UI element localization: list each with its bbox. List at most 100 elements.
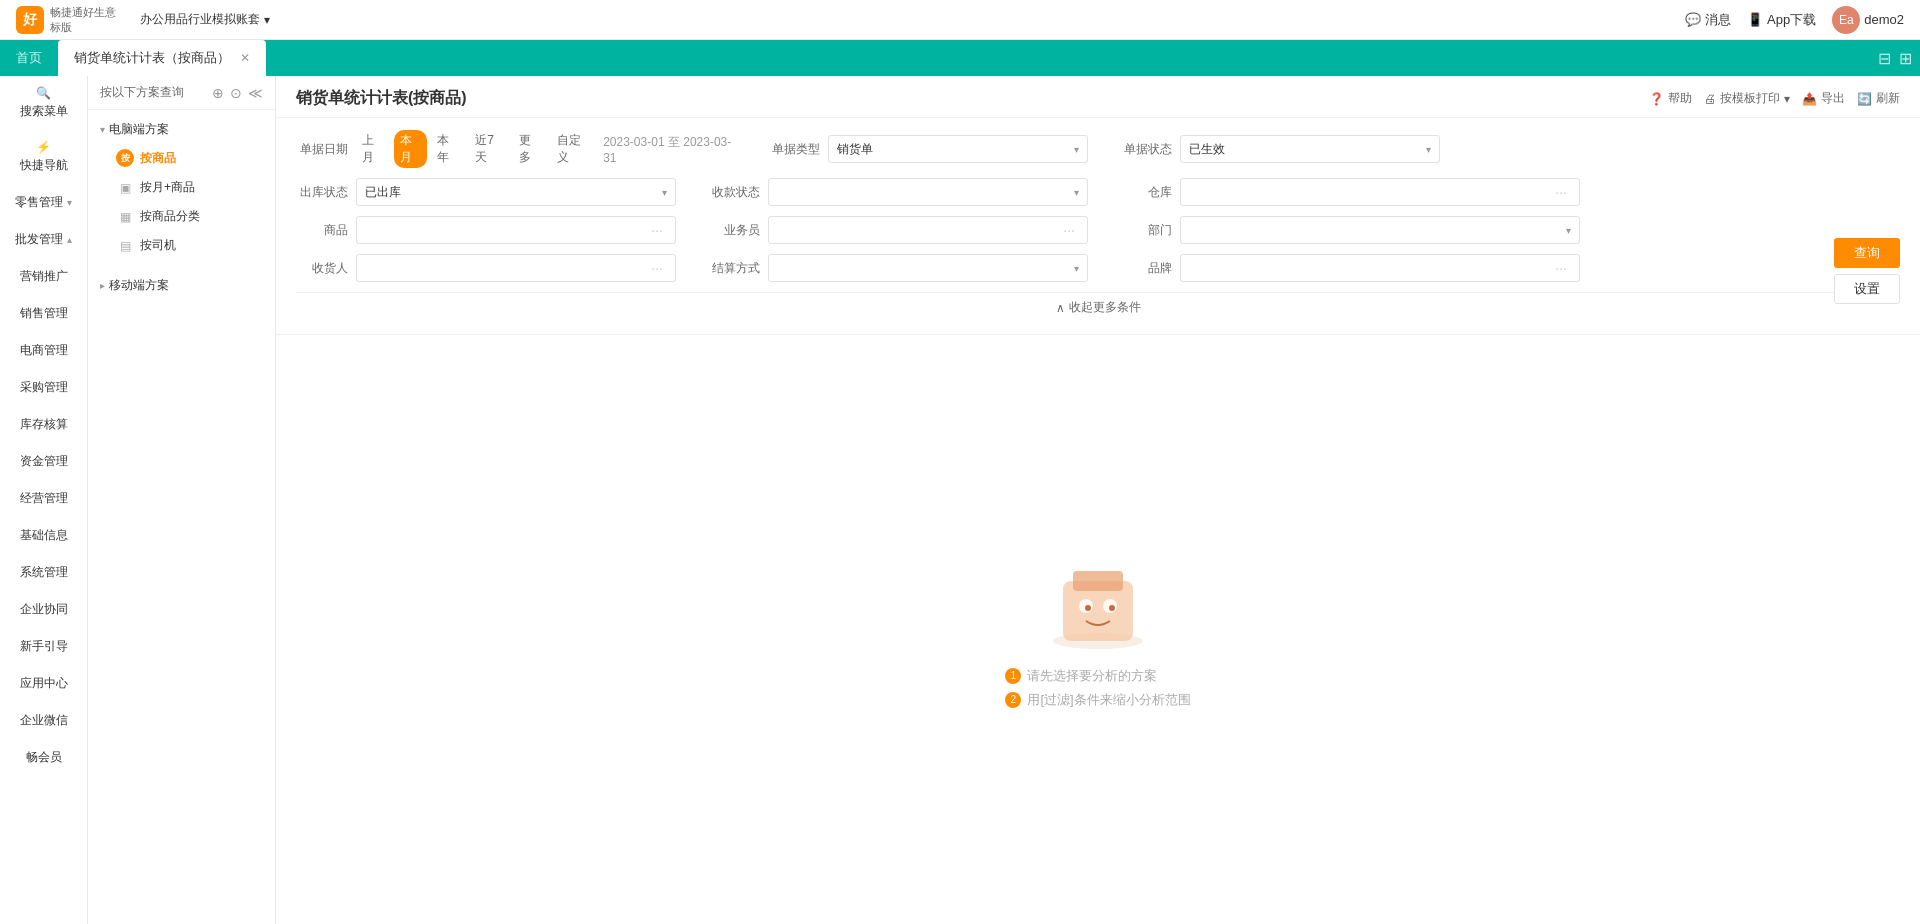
add-icon[interactable]: ⊕ [212,85,224,101]
filter-outstatus-select[interactable]: 已出库 ▾ [356,178,676,206]
more-icon4[interactable]: ··· [647,260,667,276]
message-action[interactable]: 💬 消息 [1685,11,1731,29]
label-outstatus: 出库状态 [296,184,356,201]
sidebar-quick-nav[interactable]: ⚡ 快捷导航 [0,130,87,184]
page-header: 销货单统计计表(按商品) ❓ 帮助 🖨 按模板打印 ▾ 📤 导出 🔄 刷新 [276,76,1920,118]
goods-input-field[interactable] [365,223,643,237]
tip-num-1: 1 [1005,668,1021,684]
svg-point-6 [1109,605,1115,611]
empty-svg [1038,551,1158,651]
date-tab-more[interactable]: 更多 [513,130,547,168]
date-tab-year[interactable]: 本年 [431,130,465,168]
collapse-icon[interactable]: ≪ [248,85,263,101]
tab-close-icon[interactable]: ✕ [240,51,250,65]
app-download-action[interactable]: 📱 App下载 [1747,11,1816,29]
tab-maximize-icon[interactable]: ⊞ [1899,49,1912,68]
print-icon: 🖨 [1704,92,1716,106]
date-tab-custom[interactable]: 自定义 [551,130,596,168]
sidebar-item-ecommerce[interactable]: 电商管理 [0,332,87,369]
date-tab-cur[interactable]: 本月 [394,130,428,168]
help-action[interactable]: ❓ 帮助 [1649,90,1692,107]
tree-group-pc[interactable]: ▾ 电脑端方案 [88,116,275,143]
more-icon3[interactable]: ··· [1059,222,1079,238]
warehouse-input-field[interactable] [1189,185,1547,199]
filter-type-select[interactable]: 销货单 ▾ [828,135,1088,163]
empty-tip-1: 1 请先选择要分析的方案 [1005,667,1157,685]
more-icon5[interactable]: ··· [1551,260,1571,276]
tab-minimize-icon[interactable]: ⊟ [1878,49,1891,68]
sidebar-item-member[interactable]: 畅会员 [0,739,87,776]
sidebar-item-appcenter[interactable]: 应用中心 [0,665,87,702]
more-icon[interactable]: ··· [1551,184,1571,200]
tree-item-by-goods-cat[interactable]: ▦ 按商品分类 [88,202,275,231]
chevron-right-icon: ▴ [67,234,72,245]
filter-brand-input[interactable]: ··· [1180,254,1580,282]
tree-group-mobile[interactable]: ▸ 移动端方案 [88,272,275,299]
sidebar-item-marketing[interactable]: 营销推广 [0,258,87,295]
tree-item-by-goods[interactable]: 按 按商品 [88,143,275,173]
sidebar-item-finance[interactable]: 资金管理 [0,443,87,480]
print-action[interactable]: 🖨 按模板打印 ▾ [1704,90,1790,107]
search-icon: 🔍 [36,86,51,100]
collapse-bar[interactable]: ∧ 收起更多条件 [296,292,1900,322]
brand-input-field[interactable] [1189,261,1547,275]
sidebar-search[interactable]: 🔍 搜索菜单 [0,76,87,130]
sidebar-item-newbie[interactable]: 新手引导 [0,628,87,665]
svg-point-5 [1085,605,1091,611]
date-tab-prev[interactable]: 上月 [356,130,390,168]
user-menu[interactable]: Ea demo2 [1832,6,1904,34]
chevron-down-icon5: ▾ [1566,225,1571,236]
sidebar-item-purchase[interactable]: 采购管理 [0,369,87,406]
chevron-down-icon4: ▾ [1074,187,1079,198]
filter-row-1: 单据日期 上月 本月 本年 近7天 更多 自定义 2023-03-01 至 20… [296,130,1900,168]
filter-goods-input[interactable]: ··· [356,216,676,244]
filter-type-value: 销货单 [837,141,873,158]
empty-tip-2: 2 用[过滤]条件来缩小分析范围 [1005,691,1190,709]
query-button[interactable]: 查询 [1834,238,1900,268]
filter-payment-select[interactable]: ▾ [768,178,1088,206]
setting-button[interactable]: 设置 [1834,274,1900,304]
sidebar-item-stock[interactable]: 库存核算 [0,406,87,443]
date-filter: 上月 本月 本年 近7天 更多 自定义 2023-03-01 至 2023-03… [356,130,736,168]
company-select[interactable]: 办公用品行业模拟账套 ▾ [140,11,270,28]
tree-item-by-cashier[interactable]: ▤ 按司机 [88,231,275,260]
refresh-action[interactable]: 🔄 刷新 [1857,90,1900,107]
empty-state: 1 请先选择要分析的方案 2 用[过滤]条件来缩小分析范围 [276,335,1920,924]
tree-section-mobile: ▸ 移动端方案 [88,266,275,305]
settings-icon[interactable]: ⊙ [230,85,242,101]
tab-home[interactable]: 首页 [0,40,58,76]
sidebar-item-retail[interactable]: 零售管理 ▾ [0,184,87,221]
app-icon: 📱 [1747,12,1763,27]
sidebar-item-sales[interactable]: 销售管理 [0,295,87,332]
date-tab-7days[interactable]: 近7天 [469,130,509,168]
action-buttons: 查询 设置 [1834,238,1900,304]
top-nav: 好 畅捷通好生意 标版 办公用品行业模拟账套 ▾ 💬 消息 📱 App下载 Ea… [0,0,1920,40]
filter-receiver-input[interactable]: ··· [356,254,676,282]
filter-row-4: 收货人 ··· 结算方式 ▾ 品牌 ··· [296,254,1900,282]
left-panel-header-icons: ⊕ ⊙ ≪ [212,85,263,101]
filter-outstatus-value: 已出库 [365,184,401,201]
more-icon2[interactable]: ··· [647,222,667,238]
sidebar-item-operation[interactable]: 经营管理 [0,480,87,517]
salesman-input-field[interactable] [777,223,1055,237]
date-range: 2023-03-01 至 2023-03-31 [603,134,736,165]
filter-dept-select[interactable]: ▾ [1180,216,1580,244]
filter-settle-select[interactable]: ▾ [768,254,1088,282]
sidebar-item-corpwx[interactable]: 企业微信 [0,702,87,739]
sidebar-item-wholesale[interactable]: 批发管理 ▴ [0,221,87,258]
export-action[interactable]: 📤 导出 [1802,90,1845,107]
filter-status-select[interactable]: 已生效 ▾ [1180,135,1440,163]
tab-sales-stat[interactable]: 销货单统计计表（按商品） ✕ [58,40,266,76]
tab-bar-right: ⊟ ⊞ [1878,49,1920,68]
main-layout: 🔍 搜索菜单 ⚡ 快捷导航 零售管理 ▾ 批发管理 ▴ 营销推广 销售管理 电商… [0,76,1920,924]
label-brand: 品牌 [1120,260,1180,277]
tree-item-by-month-goods[interactable]: ▣ 按月+商品 [88,173,275,202]
sidebar-item-system[interactable]: 系统管理 [0,554,87,591]
sidebar-item-basic[interactable]: 基础信息 [0,517,87,554]
sidebar-item-corp[interactable]: 企业协同 [0,591,87,628]
filter-warehouse-input[interactable]: ··· [1180,178,1580,206]
filter-salesman-input[interactable]: ··· [768,216,1088,244]
label-warehouse: 仓库 [1120,184,1180,201]
receiver-input-field[interactable] [365,261,643,275]
top-nav-left: 好 畅捷通好生意 标版 办公用品行业模拟账套 ▾ [16,5,270,34]
